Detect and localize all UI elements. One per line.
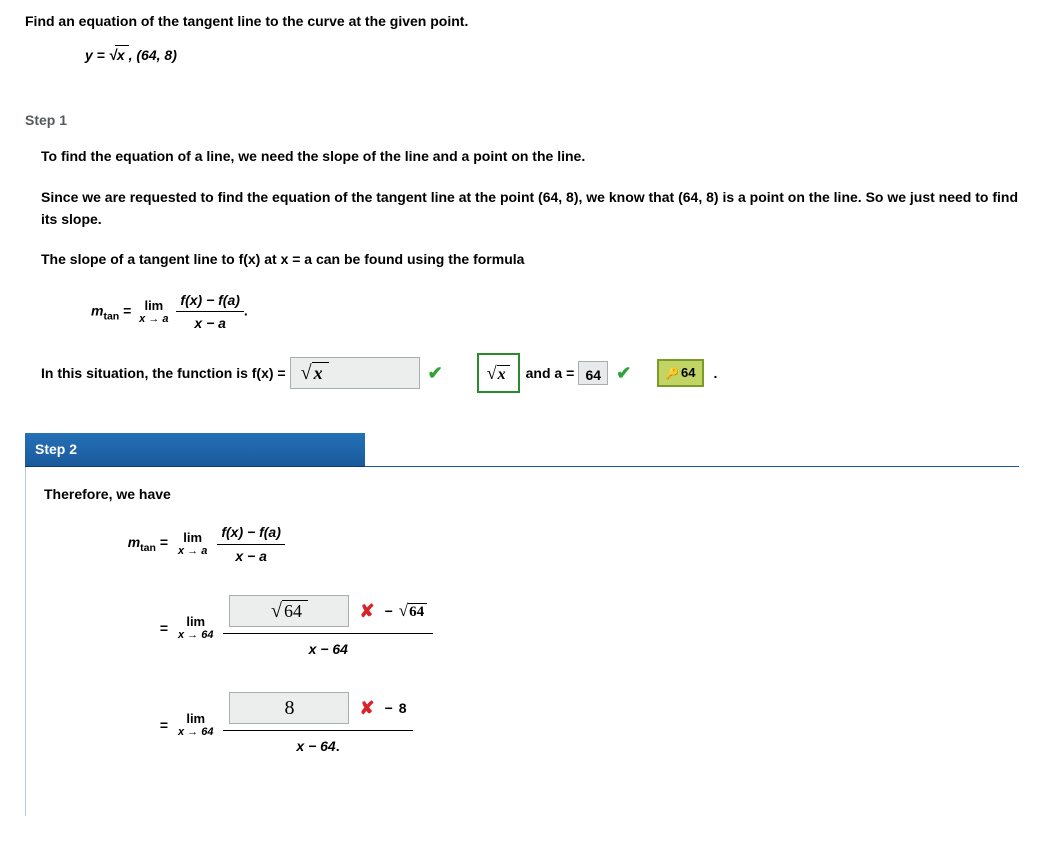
step2-p1: Therefore, we have <box>44 483 1001 505</box>
step2-eq-row2: = lim x → 64 √64 ✘ − √64 x − 64 <box>94 591 1001 664</box>
step1-p3: The slope of a tangent line to f(x) at x… <box>41 248 1019 270</box>
fx-input[interactable]: √x <box>290 357 420 389</box>
mtan-formula: mtan = lim x → a f(x) − f(a) x − a . <box>91 289 1019 335</box>
cross-icon: ✘ <box>359 597 374 626</box>
check-icon: ✔ <box>428 359 443 388</box>
step2-content: Therefore, we have mtan = lim x → a f(x)… <box>25 466 1019 816</box>
step1-p1: To find the equation of a line, we need … <box>41 145 1019 167</box>
question-block: Find an equation of the tangent line to … <box>25 10 1019 69</box>
step1-p2: Since we are requested to find the equat… <box>41 186 1019 231</box>
step2-input2[interactable]: 8 <box>229 692 349 724</box>
cross-icon: ✘ <box>359 694 374 723</box>
step2-eq-row3: = lim x → 64 8 ✘ − 8 x − 64. <box>94 688 1001 761</box>
step2-label: Step 2 <box>25 433 365 466</box>
check-icon: ✔ <box>616 359 631 388</box>
question-formula: y = x, (64, 8) <box>85 44 1019 69</box>
step2-input1[interactable]: √64 <box>229 595 349 627</box>
step2-block: Step 2 Therefore, we have mtan = lim x →… <box>25 433 1019 815</box>
question-prompt: Find an equation of the tangent line to … <box>25 10 1019 32</box>
step2-eq-row1: mtan = lim x → a f(x) − f(a) x − a <box>94 521 1001 567</box>
answer-box-fx: √x <box>477 353 520 394</box>
step1-p4: In this situation, the function is f(x) … <box>41 353 1019 394</box>
key-answer-box: 64 <box>657 359 703 388</box>
step1-content: To find the equation of a line, we need … <box>41 145 1019 393</box>
a-input[interactable]: 64 <box>578 361 608 385</box>
step1-label: Step 1 <box>25 109 1019 131</box>
